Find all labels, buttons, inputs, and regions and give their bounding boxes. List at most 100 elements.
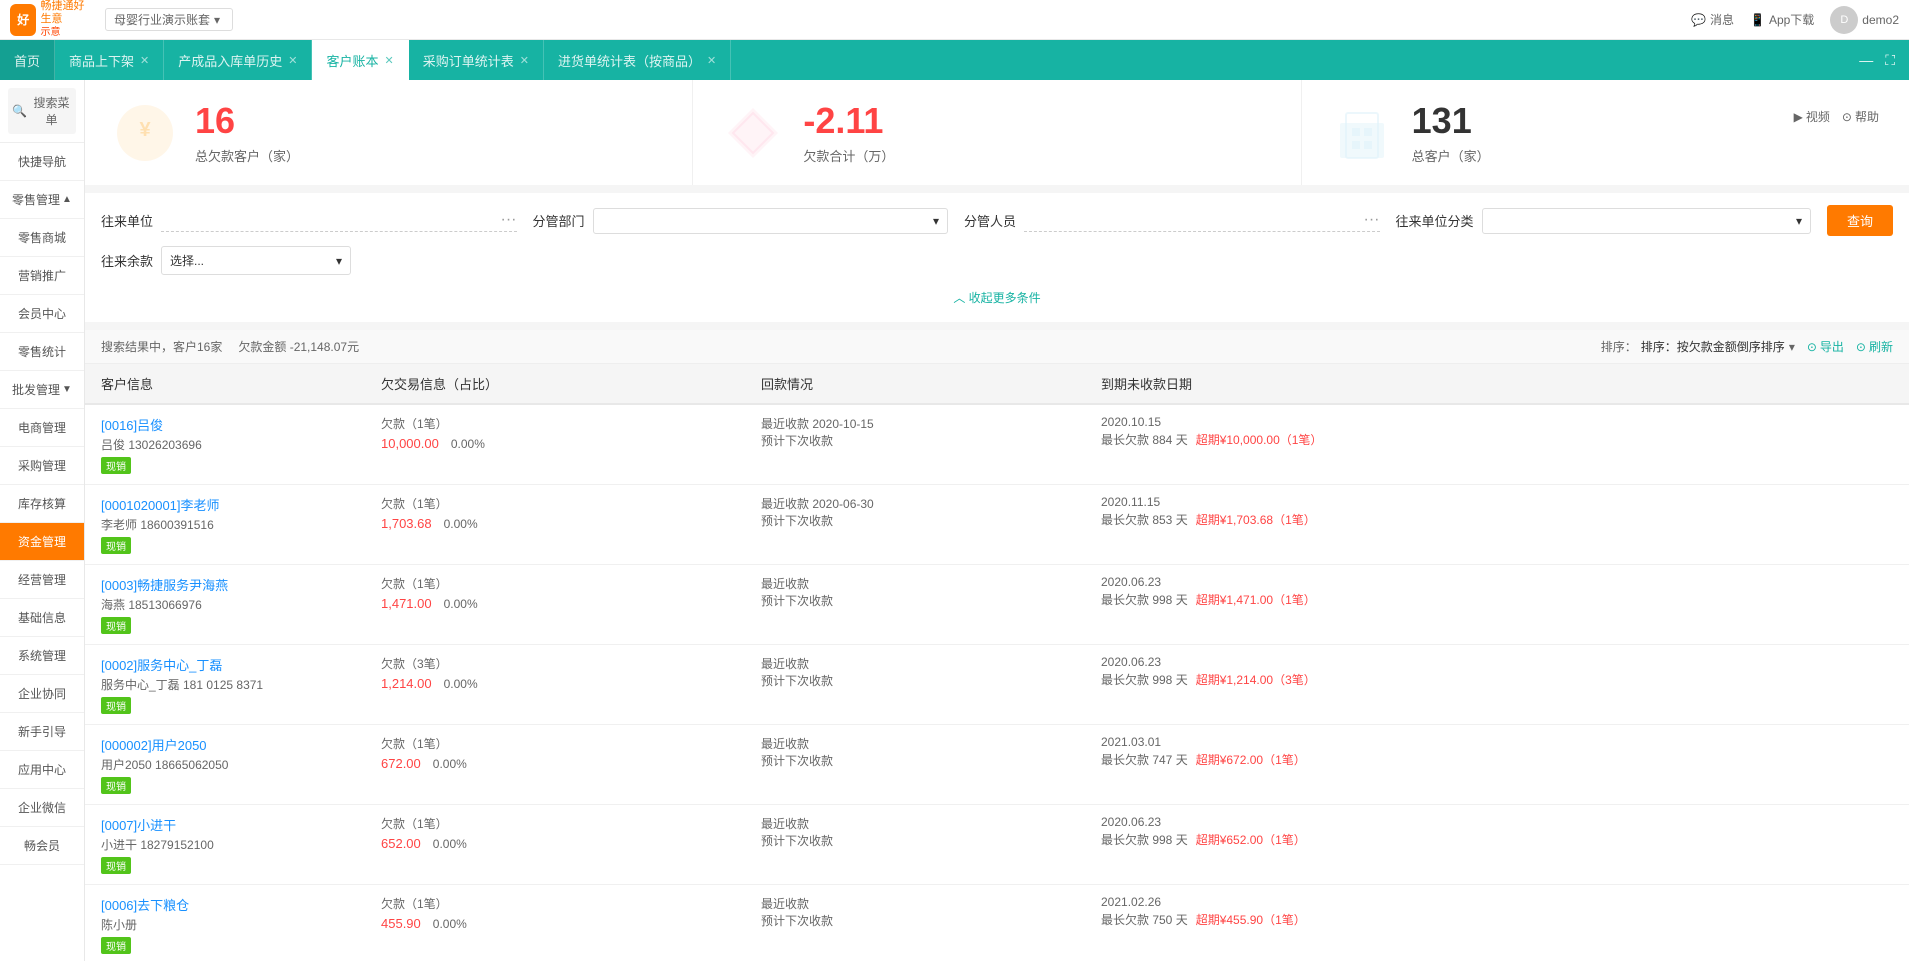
video-btn[interactable]: ▶ 视频 — [1794, 108, 1830, 125]
tab-home[interactable]: 首页 — [0, 40, 55, 80]
customer-phone-2: 海燕 18513066976 — [101, 596, 381, 613]
sidebar-item-retail-store[interactable]: 零售商城 — [0, 219, 84, 257]
message-label: 消息 — [1710, 11, 1734, 28]
stats-row: ¥ 16 总欠款客户（家） — [85, 80, 1909, 185]
stat-info-debt-customers: 16 总欠款客户（家） — [195, 100, 662, 165]
return-last-3: 最近收款 — [761, 655, 1101, 672]
industry-selector[interactable]: 母婴行业演示账套 ▾ — [105, 8, 233, 31]
sidebar-item-ecommerce[interactable]: 电商管理 — [0, 409, 84, 447]
refresh-button[interactable]: ⊙ 刷新 — [1856, 338, 1893, 355]
customer-name-0[interactable]: [0016]吕俊 — [101, 415, 381, 434]
sidebar-wechat-label: 企业微信 — [18, 801, 66, 815]
tab-customer-account[interactable]: 客户账本 ✕ — [312, 40, 408, 80]
sidebar-item-quick-nav[interactable]: 快捷导航 — [0, 143, 84, 181]
chevron-down-icon: ▾ — [336, 254, 342, 268]
collapse-filters-btn[interactable]: ︿ 收起更多条件 — [101, 285, 1893, 310]
sidebar-item-system[interactable]: 系统管理 — [0, 637, 84, 675]
sidebar-item-guide[interactable]: 新手引导 — [0, 713, 84, 751]
tab-production-history-close[interactable]: ✕ — [288, 54, 297, 67]
filter-balance-dropdown[interactable]: 选择... ▾ — [161, 246, 351, 275]
customer-name-5[interactable]: [0007]小进干 — [101, 815, 381, 834]
help-btn[interactable]: ⊙ 帮助 — [1842, 108, 1879, 125]
stat-info-debt-total: -2.11 欠款合计（万） — [803, 100, 1270, 165]
overdue-link-2[interactable]: 超期¥1,471.00（1笔） — [1196, 591, 1316, 608]
customer-phone-1: 李老师 18600391516 — [101, 516, 381, 533]
filter-department-label: 分管部门 — [533, 211, 585, 230]
sidebar-operations-label: 经营管理 — [18, 573, 66, 587]
return-next-3: 预计下次收款 — [761, 672, 1101, 689]
customer-name-3[interactable]: [0002]服务中心_丁磊 — [101, 655, 381, 674]
sidebar-item-inventory[interactable]: 库存核算 — [0, 485, 84, 523]
customer-name-4[interactable]: [000002]用户2050 — [101, 735, 381, 754]
tab-customer-account-close[interactable]: ✕ — [385, 54, 394, 67]
user-menu[interactable]: D demo2 — [1830, 6, 1899, 34]
customer-name-2[interactable]: [0003]畅捷服务尹海燕 — [101, 575, 381, 594]
tab-minimize-icon[interactable]: — — [1853, 52, 1879, 68]
query-button[interactable]: 查询 — [1827, 205, 1893, 236]
sidebar-item-retail-stats[interactable]: 零售统计 — [0, 333, 84, 371]
header-customer: 客户信息 — [101, 374, 381, 393]
tab-fullscreen-icon[interactable]: ⛶ — [1879, 52, 1901, 69]
search-menu-btn[interactable]: 🔍 搜索菜单 — [8, 88, 76, 134]
sidebar-item-basic-info[interactable]: 基础信息 — [0, 599, 84, 637]
overdue-link-5[interactable]: 超期¥652.00（1笔） — [1196, 831, 1306, 848]
export-button[interactable]: ⊙ 导出 — [1807, 338, 1844, 355]
result-bar: 搜索结果中，客户16家 欠款金额 -21,148.07元 排序： 排序：按欠款金… — [85, 330, 1909, 364]
sidebar-item-member[interactable]: 会员中心 — [0, 295, 84, 333]
tab-product-listing[interactable]: 商品上下架 ✕ — [55, 40, 164, 80]
customer-phone-6: 陈小册 — [101, 916, 381, 933]
due-date-5: 2020.06.23 — [1101, 815, 1893, 829]
sidebar-item-app-center[interactable]: 应用中心 — [0, 751, 84, 789]
sidebar-item-retail-mgmt[interactable]: 零售管理 ▲ — [0, 181, 84, 219]
filter-category-label: 往来单位分类 — [1396, 211, 1474, 230]
stat-card-total-customers: 131 总客户（家） ▶ 视频 ⊙ 帮助 — [1302, 80, 1909, 185]
customer-info-0: [0016]吕俊 吕俊 13026203696 现销 — [101, 415, 381, 474]
sidebar-item-wechat[interactable]: 企业微信 — [0, 789, 84, 827]
customer-name-6[interactable]: [0006]去下粮仓 — [101, 895, 381, 914]
filter-category-dropdown[interactable]: ▾ — [1482, 208, 1811, 234]
tab-production-history[interactable]: 产成品入库单历史 ✕ — [164, 40, 312, 80]
customer-info-4: [000002]用户2050 用户2050 18665062050 现销 — [101, 735, 381, 794]
filter-department-dropdown[interactable]: ▾ — [593, 208, 948, 234]
top-right-area: 💬 消息 📱 App下载 D demo2 — [1691, 6, 1899, 34]
sidebar-item-member-plus[interactable]: 畅会员 — [0, 827, 84, 865]
tab-production-history-label: 产成品入库单历史 — [178, 51, 282, 70]
app-download-btn[interactable]: 📱 App下载 — [1750, 11, 1814, 28]
filter-partner-input[interactable] — [161, 209, 501, 231]
debt-info-3: 欠款（3笔） 1,214.00 0.00% — [381, 655, 761, 691]
sidebar-item-enterprise[interactable]: 企业协同 — [0, 675, 84, 713]
sort-button[interactable]: 排序： 排序：按欠款金额倒序排序 ▾ — [1601, 338, 1795, 355]
sidebar-item-operations[interactable]: 经营管理 — [0, 561, 84, 599]
customer-tag-1: 现销 — [101, 537, 131, 554]
tab-product-listing-close[interactable]: ✕ — [140, 54, 149, 67]
due-info-1: 2020.11.15 最长欠款 853 天 超期¥1,703.68（1笔） — [1101, 495, 1893, 528]
customer-name-1[interactable]: [0001020001]李老师 — [101, 495, 381, 514]
debt-count-1: 欠款（1笔） — [381, 495, 761, 512]
overdue-link-6[interactable]: 超期¥455.90（1笔） — [1196, 911, 1306, 928]
sidebar-app-center-label: 应用中心 — [18, 763, 66, 777]
debt-amount-4: 672.00 — [381, 756, 421, 771]
tab-purchase-stats[interactable]: 采购订单统计表 ✕ — [409, 40, 544, 80]
sidebar-item-purchase[interactable]: 采购管理 — [0, 447, 84, 485]
stat-card-debt-customers: ¥ 16 总欠款客户（家） — [85, 80, 693, 185]
filter-person-input[interactable] — [1024, 209, 1364, 231]
video-icon: ▶ — [1794, 110, 1803, 124]
customer-info-3: [0002]服务中心_丁磊 服务中心_丁磊 181 0125 8371 现销 — [101, 655, 381, 714]
sidebar-item-marketing[interactable]: 营销推广 — [0, 257, 84, 295]
sidebar-item-finance[interactable]: 资金管理 — [0, 523, 84, 561]
tab-purchase-product-stats[interactable]: 进货单统计表（按商品） ✕ — [544, 40, 731, 80]
tab-purchase-product-stats-close[interactable]: ✕ — [707, 54, 716, 67]
overdue-link-4[interactable]: 超期¥672.00（1笔） — [1196, 751, 1306, 768]
overdue-link-0[interactable]: 超期¥10,000.00（1笔） — [1196, 431, 1323, 448]
ellipsis-icon[interactable]: ··· — [1364, 211, 1380, 229]
ellipsis-icon[interactable]: ··· — [501, 211, 517, 229]
customer-tag-0: 现销 — [101, 457, 131, 474]
overdue-link-3[interactable]: 超期¥1,214.00（3笔） — [1196, 671, 1316, 688]
filter-department: 分管部门 ▾ — [533, 208, 949, 234]
overdue-link-1[interactable]: 超期¥1,703.68（1笔） — [1196, 511, 1316, 528]
due-days-6: 最长欠款 750 天 — [1101, 911, 1188, 928]
sidebar-item-wholesale[interactable]: 批发管理 ▼ — [0, 371, 84, 409]
message-btn[interactable]: 💬 消息 — [1691, 11, 1734, 28]
sidebar-marketing-label: 营销推广 — [18, 269, 66, 283]
tab-purchase-stats-close[interactable]: ✕ — [520, 54, 529, 67]
